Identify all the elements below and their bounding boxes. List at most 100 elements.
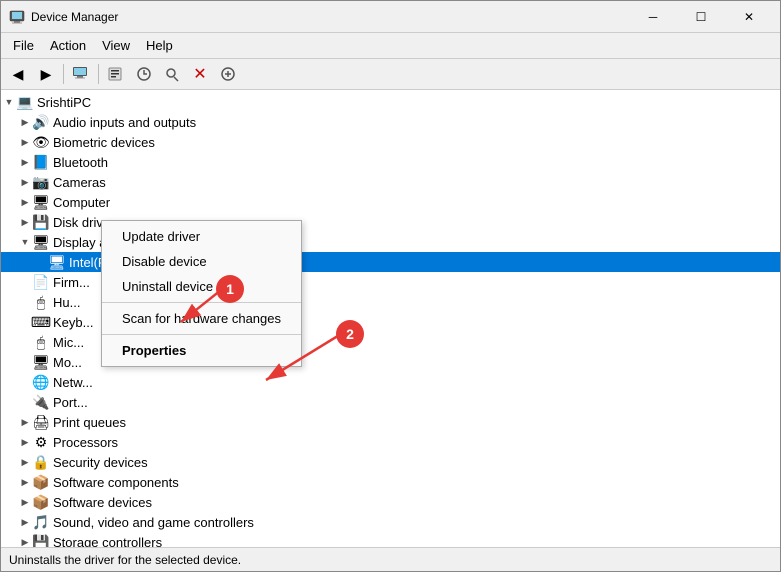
tree-expand-icon bbox=[17, 274, 33, 290]
toolbar-computer[interactable] bbox=[68, 62, 94, 86]
maximize-button[interactable]: ☐ bbox=[678, 1, 724, 33]
menu-bar: File Action View Help bbox=[1, 33, 780, 59]
context-menu: Update driverDisable deviceUninstall dev… bbox=[101, 220, 302, 367]
tree-expand-icon[interactable]: ▶ bbox=[17, 414, 33, 430]
tree-expand-icon[interactable]: ▶ bbox=[17, 214, 33, 230]
tree-item-icon-biometric: 👁 bbox=[33, 134, 49, 150]
toolbar-forward[interactable]: ▶ bbox=[33, 62, 59, 86]
tree-item-icon-sound: 🎵 bbox=[33, 514, 49, 530]
tree-item-network[interactable]: 🌐 Netw... bbox=[1, 372, 780, 392]
tree-item-biometric[interactable]: ▶👁Biometric devices bbox=[1, 132, 780, 152]
tree-item-icon-audio: 🔊 bbox=[33, 114, 49, 130]
ctx-item-uninstall[interactable]: Uninstall device bbox=[102, 274, 301, 299]
tree-item-storage[interactable]: ▶💾 Storage controllers bbox=[1, 532, 780, 547]
content-area: ▼💻SrishtiPC▶🔊Audio inputs and outputs▶👁B… bbox=[1, 90, 780, 547]
toolbar-delete[interactable]: ✕ bbox=[187, 62, 213, 86]
tree-expand-icon[interactable]: ▶ bbox=[17, 174, 33, 190]
tree-item-icon-bluetooth: 📘 bbox=[33, 154, 49, 170]
toolbar-sep-2 bbox=[98, 64, 99, 84]
toolbar-scan[interactable] bbox=[159, 62, 185, 86]
ctx-item-properties[interactable]: Properties bbox=[102, 338, 301, 363]
tree-item-label-keyb: Keyb... bbox=[53, 315, 93, 330]
tree-item-icon-print: 🖨 bbox=[33, 414, 49, 430]
ctx-separator bbox=[102, 302, 301, 303]
minimize-button[interactable]: ─ bbox=[630, 1, 676, 33]
tree-expand-icon[interactable]: ▶ bbox=[17, 534, 33, 547]
tree-item-label-sound: Sound, video and game controllers bbox=[53, 515, 254, 530]
tree-item-icon-ports: 🔌 bbox=[33, 394, 49, 410]
tree-item-label-audio: Audio inputs and outputs bbox=[53, 115, 196, 130]
tree-expand-icon[interactable]: ▶ bbox=[17, 154, 33, 170]
tree-expand-icon[interactable]: ▶ bbox=[17, 434, 33, 450]
tree-item-label-print: Print queues bbox=[53, 415, 126, 430]
close-button[interactable]: ✕ bbox=[726, 1, 772, 33]
tree-expand-icon bbox=[17, 374, 33, 390]
tree-item-computer[interactable]: ▶🖥Computer bbox=[1, 192, 780, 212]
menu-action[interactable]: Action bbox=[42, 35, 94, 56]
tree-item-icon-processors: ⚙ bbox=[33, 434, 49, 450]
tree-item-print[interactable]: ▶🖨 Print queues bbox=[1, 412, 780, 432]
toolbar-add[interactable] bbox=[215, 62, 241, 86]
tree-expand-icon[interactable]: ▶ bbox=[17, 114, 33, 130]
ctx-item-disable[interactable]: Disable device bbox=[102, 249, 301, 274]
tree-expand-icon bbox=[17, 354, 33, 370]
tree-item-label-processors: Processors bbox=[53, 435, 118, 450]
tree-item-audio[interactable]: ▶🔊 Audio inputs and outputs bbox=[1, 112, 780, 132]
tree-item-processors[interactable]: ▶⚙ Processors bbox=[1, 432, 780, 452]
menu-file[interactable]: File bbox=[5, 35, 42, 56]
tree-item-label-root: SrishtiPC bbox=[37, 95, 91, 110]
tree-expand-icon[interactable]: ▶ bbox=[17, 454, 33, 470]
tree-item-label-hum: Hu... bbox=[53, 295, 80, 310]
tree-item-sound[interactable]: ▶🎵 Sound, video and game controllers bbox=[1, 512, 780, 532]
tree-item-label-mice: Mic... bbox=[53, 335, 84, 350]
tree-item-label-security: Security devices bbox=[53, 455, 148, 470]
tree-expand-icon[interactable]: ▶ bbox=[17, 474, 33, 490]
tree-expand-icon bbox=[17, 294, 33, 310]
tree-item-icon-monitors: 🖥 bbox=[33, 354, 49, 370]
menu-view[interactable]: View bbox=[94, 35, 138, 56]
tree-item-ports[interactable]: 🔌 Port... bbox=[1, 392, 780, 412]
status-text: Uninstalls the driver for the selected d… bbox=[9, 553, 241, 567]
tree-item-icon-mice: 🖱 bbox=[33, 334, 49, 350]
tree-item-label-network: Netw... bbox=[53, 375, 93, 390]
tree-item-software_comp[interactable]: ▶📦Software components bbox=[1, 472, 780, 492]
tree-item-label-storage: Storage controllers bbox=[53, 535, 162, 548]
toolbar-properties[interactable] bbox=[103, 62, 129, 86]
ctx-item-update[interactable]: Update driver bbox=[102, 224, 301, 249]
tree-expand-icon bbox=[17, 394, 33, 410]
tree-expand-icon[interactable]: ▶ bbox=[17, 194, 33, 210]
tree-item-icon-software_dev: 📦 bbox=[33, 494, 49, 510]
tree-item-bluetooth[interactable]: ▶📘Bluetooth bbox=[1, 152, 780, 172]
tree-expand-icon[interactable]: ▼ bbox=[1, 94, 17, 110]
title-bar-text: Device Manager bbox=[31, 10, 630, 24]
tree-item-label-firmware: Firm... bbox=[53, 275, 90, 290]
tree-item-label-software_comp: Software components bbox=[53, 475, 179, 490]
tree-item-security[interactable]: ▶🔒Security devices bbox=[1, 452, 780, 472]
toolbar-back[interactable]: ◀ bbox=[5, 62, 31, 86]
tree-item-label-computer: Computer bbox=[53, 195, 110, 210]
title-bar: Device Manager ─ ☐ ✕ bbox=[1, 1, 780, 33]
tree-item-icon-keyb: ⌨ bbox=[33, 314, 49, 330]
ctx-item-scan[interactable]: Scan for hardware changes bbox=[102, 306, 301, 331]
toolbar-update[interactable] bbox=[131, 62, 157, 86]
tree-expand-icon[interactable]: ▼ bbox=[17, 234, 33, 250]
status-bar: Uninstalls the driver for the selected d… bbox=[1, 547, 780, 571]
tree-item-icon-storage: 💾 bbox=[33, 534, 49, 547]
tree-item-cameras[interactable]: ▶📷Cameras bbox=[1, 172, 780, 192]
toolbar-sep-1 bbox=[63, 64, 64, 84]
tree-item-icon-root: 💻 bbox=[17, 94, 33, 110]
tree-item-root[interactable]: ▼💻 SrishtiPC bbox=[1, 92, 780, 112]
tree-item-icon-disk: 💾 bbox=[33, 214, 49, 230]
tree-item-label-ports: Port... bbox=[53, 395, 88, 410]
tree-item-icon-firmware: 📄 bbox=[33, 274, 49, 290]
menu-help[interactable]: Help bbox=[138, 35, 181, 56]
tree-expand-icon[interactable]: ▶ bbox=[17, 514, 33, 530]
device-manager-window: Device Manager ─ ☐ ✕ File Action View He… bbox=[0, 0, 781, 572]
tree-expand-icon[interactable]: ▶ bbox=[17, 494, 33, 510]
tree-item-label-monitors: Mo... bbox=[53, 355, 82, 370]
tree-item-software_dev[interactable]: ▶📦Software devices bbox=[1, 492, 780, 512]
tree-expand-icon bbox=[33, 254, 49, 270]
tree-expand-icon[interactable]: ▶ bbox=[17, 134, 33, 150]
tree-item-icon-network: 🌐 bbox=[33, 374, 49, 390]
title-bar-buttons: ─ ☐ ✕ bbox=[630, 1, 772, 33]
